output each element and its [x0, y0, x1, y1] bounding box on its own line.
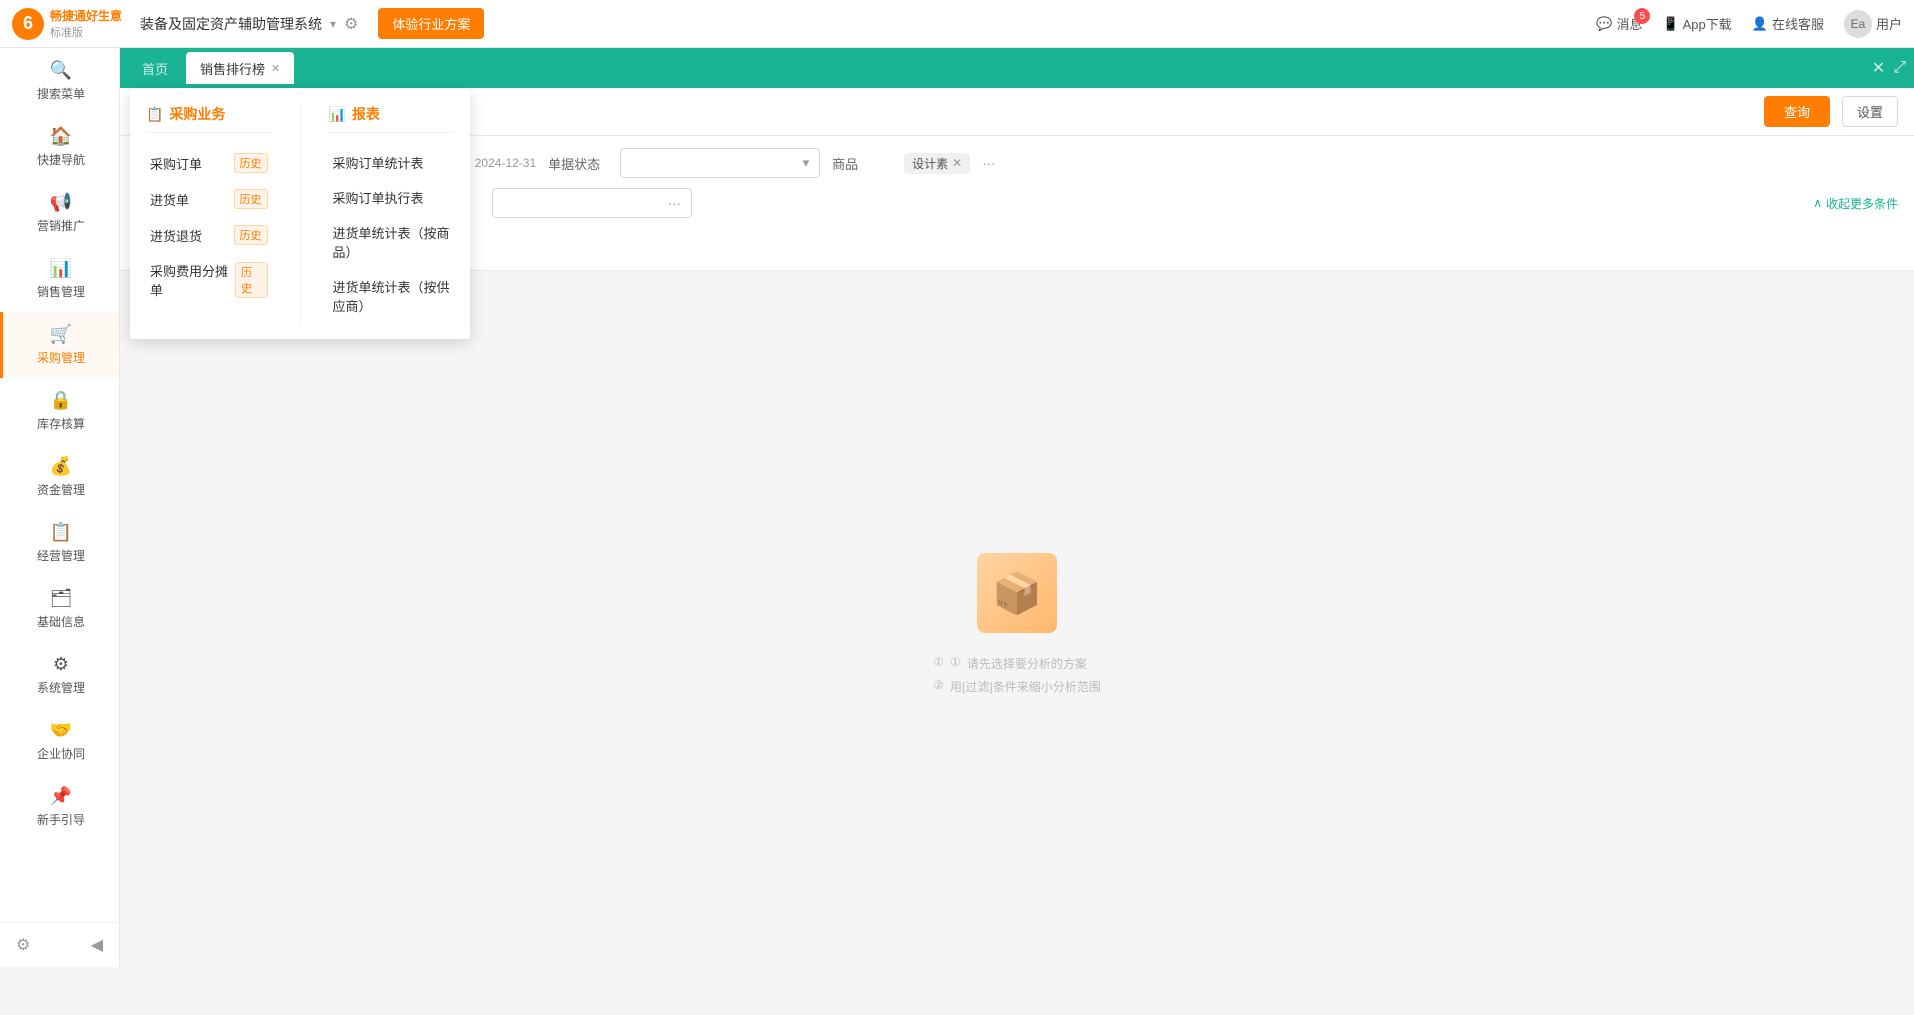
menu-item-incoming[interactable]: 进货单 历史: [146, 181, 272, 217]
salesperson-dots[interactable]: ···: [668, 196, 681, 211]
home-icon: 🏠: [50, 126, 72, 147]
industry-button[interactable]: 体验行业方案: [378, 8, 484, 39]
top-right: 💬 消息 5 📱 App下载 👤 在线客服 Ea 用户: [1596, 10, 1902, 38]
goods-tag-remove[interactable]: ✕: [952, 156, 962, 170]
close-tab-action[interactable]: ✕: [1872, 58, 1885, 78]
menu-item-purchase-expense[interactable]: 采购费用分摊单 历史: [146, 253, 272, 307]
close-tab-icon[interactable]: ✕: [271, 62, 280, 75]
sidebar-bottom: ⚙ ◀: [0, 922, 119, 967]
sidebar-item-collab[interactable]: 🤝 企业协同: [0, 708, 119, 774]
sidebar-item-system[interactable]: ⚙ 系统管理: [0, 642, 119, 708]
sidebar-settings-btn[interactable]: ⚙: [16, 935, 30, 955]
logo-icon: 6: [12, 8, 44, 40]
reports-section-icon: 📊: [329, 106, 346, 123]
inventory-icon: 🔒: [50, 390, 72, 411]
sales-icon: 📊: [50, 258, 72, 279]
system-icon: ⚙: [53, 654, 69, 675]
logo-area: 6 畅捷通好生意 标准版: [12, 7, 132, 40]
menu-item-incoming-stats-goods[interactable]: 进货单统计表（按商品）: [329, 215, 455, 269]
marketing-icon: 📢: [50, 192, 72, 213]
top-bar: 6 畅捷通好生意 标准版 装备及固定资产辅助管理系统 ▾ ⚙ 体验行业方案 💬 …: [0, 0, 1914, 48]
purchase-expense-history: 历史: [235, 262, 268, 298]
operations-icon: 📋: [50, 522, 72, 543]
incoming-history: 历史: [234, 189, 268, 209]
sidebar-item-basic-info[interactable]: 🗂 基础信息: [0, 576, 119, 642]
app-download-btn[interactable]: 📱 App下载: [1662, 14, 1731, 33]
logo-text: 畅捷通好生意 标准版: [50, 7, 122, 40]
menu-section-reports-title: 📊 报表: [329, 104, 455, 133]
guide-icon: 📌: [50, 786, 72, 807]
menu-item-incoming-stats-supplier[interactable]: 进货单统计表（按供应商）: [329, 269, 455, 323]
sidebar: 🔍 搜索菜单 🏠 快捷导航 📢 营销推广 📊 销售管理 🛒 采购管理 🔒 库存核…: [0, 48, 120, 967]
goods-tag: 设计素 ✕: [904, 153, 970, 174]
empty-hint-1: ① 请先选择要分析的方案: [933, 655, 1087, 672]
messages-btn[interactable]: 💬 消息 5: [1596, 14, 1642, 33]
purchase-dropdown-menu: 📋 采购业务 采购订单 历史 进货单 历史 进货退货 历史 采购费用分摊单 历史…: [130, 88, 470, 339]
empty-hint-2: ② 用[过滤]条件来缩小分析范围: [933, 678, 1100, 695]
sidebar-item-finance[interactable]: 💰 资金管理: [0, 444, 119, 510]
system-title-arrow[interactable]: ▾: [330, 17, 336, 31]
tab-home[interactable]: 首页: [128, 52, 182, 84]
collapse-btn[interactable]: ∧ 收起更多条件: [1813, 195, 1898, 212]
service-icon: 👤: [1752, 16, 1768, 32]
phone-icon: 📱: [1662, 16, 1678, 32]
purchase-icon: 🛒: [50, 324, 72, 345]
empty-icon: [967, 543, 1067, 643]
menu-item-purchase-order-exec[interactable]: 采购订单执行表: [329, 180, 455, 215]
message-icon: 💬: [1596, 16, 1612, 32]
menu-section-purchase-title: 📋 采购业务: [146, 104, 272, 133]
purchase-order-history: 历史: [234, 153, 268, 173]
search-icon: 🔍: [50, 60, 72, 81]
sidebar-item-sales[interactable]: 📊 销售管理: [0, 246, 119, 312]
menu-item-purchase-order[interactable]: 采购订单 历史: [146, 145, 272, 181]
tab-sales-ranking[interactable]: 销售排行榜 ✕: [186, 52, 294, 84]
query-button[interactable]: 查询: [1764, 96, 1830, 127]
collab-icon: 🤝: [50, 720, 72, 741]
sidebar-item-quick-nav[interactable]: 🏠 快捷导航: [0, 114, 119, 180]
message-badge: 5: [1634, 8, 1650, 24]
goods-dots[interactable]: ···: [982, 156, 995, 171]
voucher-status-arrow: ▾: [803, 155, 810, 171]
system-settings-icon[interactable]: ⚙: [344, 14, 358, 34]
online-service-btn[interactable]: 👤 在线客服: [1752, 14, 1824, 33]
menu-divider: [300, 104, 301, 323]
sidebar-item-purchase[interactable]: 🛒 采购管理: [0, 312, 119, 378]
menu-item-incoming-return[interactable]: 进货退货 历史: [146, 217, 272, 253]
maximize-tab-action[interactable]: ⤢: [1893, 59, 1906, 77]
menu-section-reports: 📊 报表 采购订单统计表 采购订单执行表 进货单统计表（按商品） 进货单统计表（…: [329, 104, 455, 323]
sidebar-collapse-btn[interactable]: ◀: [91, 935, 103, 955]
basic-info-icon: 🗂: [50, 588, 73, 609]
purchase-section-icon: 📋: [146, 106, 163, 123]
empty-hints: ① 请先选择要分析的方案 ② 用[过滤]条件来缩小分析范围: [933, 655, 1100, 695]
sidebar-item-guide[interactable]: 📌 新手引导: [0, 774, 119, 840]
empty-icon-visual: [977, 553, 1057, 633]
incoming-return-history: 历史: [234, 225, 268, 245]
menu-section-purchase: 📋 采购业务 采购订单 历史 进货单 历史 进货退货 历史 采购费用分摊单 历史: [146, 104, 272, 323]
collapse-icon: ∧: [1813, 196, 1822, 210]
salesperson-input[interactable]: ···: [492, 188, 692, 218]
goods-tags: 设计素 ✕: [904, 153, 970, 174]
setting-button[interactable]: 设置: [1842, 96, 1898, 127]
goods-label: 商品: [832, 154, 892, 173]
sidebar-item-operations[interactable]: 📋 经营管理: [0, 510, 119, 576]
voucher-status-input[interactable]: ▾: [620, 148, 820, 178]
menu-item-purchase-order-stats[interactable]: 采购订单统计表: [329, 145, 455, 180]
sidebar-item-marketing[interactable]: 📢 营销推广: [0, 180, 119, 246]
voucher-status-label: 单据状态: [548, 154, 608, 173]
sidebar-item-inventory[interactable]: 🔒 库存核算: [0, 378, 119, 444]
finance-icon: 💰: [50, 456, 72, 477]
date-value: 2024-12-31: [475, 156, 536, 170]
sidebar-item-search[interactable]: 🔍 搜索菜单: [0, 48, 119, 114]
avatar: Ea: [1844, 10, 1872, 38]
user-btn[interactable]: Ea 用户: [1844, 10, 1902, 38]
system-title: 装备及固定资产辅助管理系统 ▾ ⚙ 体验行业方案: [132, 8, 1596, 39]
empty-state: ① 请先选择要分析的方案 ② 用[过滤]条件来缩小分析范围: [120, 271, 1914, 967]
tab-actions: ✕ ⤢: [1872, 58, 1906, 78]
tab-bar: 首页 销售排行榜 ✕ ✕ ⤢: [120, 48, 1914, 88]
